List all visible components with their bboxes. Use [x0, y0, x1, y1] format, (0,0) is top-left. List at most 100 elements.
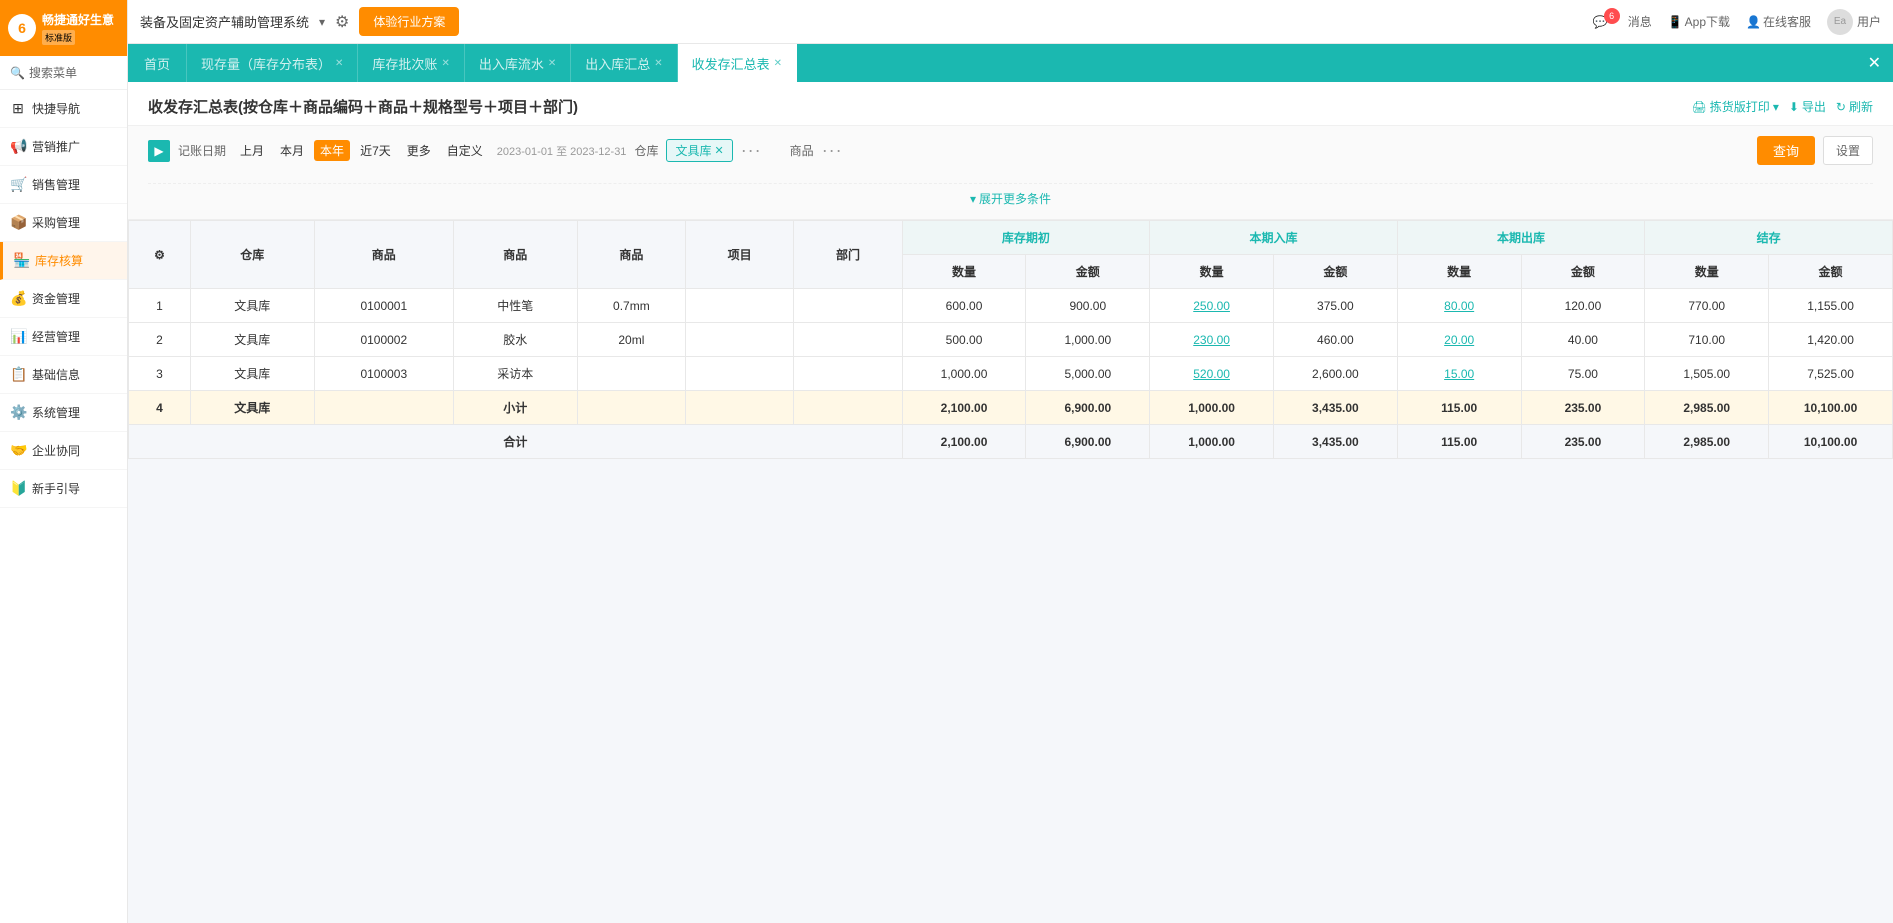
expand-icon: ▾ — [970, 192, 976, 206]
tab-inout-flow[interactable]: 出入库流水 ✕ — [465, 44, 571, 82]
expand-conditions-btn[interactable]: ▾ 展开更多条件 — [970, 190, 1051, 207]
cell-in-qty[interactable]: 230.00 — [1150, 323, 1274, 357]
cell-spec — [577, 391, 685, 425]
cell-in-qty[interactable]: 520.00 — [1150, 357, 1274, 391]
th-project: 项目 — [686, 221, 794, 289]
tab-batch[interactable]: 库存批次账 ✕ — [358, 44, 464, 82]
sidebar-item-quick-nav[interactable]: ⊞快捷导航 — [0, 90, 127, 128]
nav-icon-finance: 💰 — [10, 290, 26, 307]
cell-name: 采访本 — [453, 357, 577, 391]
nav-icon-sales: 🛒 — [10, 176, 26, 193]
total-bal-qty: 2,985.00 — [1645, 425, 1769, 459]
cell-dept — [794, 357, 902, 391]
tab-label-receipt-summary: 收发存汇总表 — [692, 54, 770, 73]
th-opening: 库存期初 — [902, 221, 1150, 255]
cell-project — [686, 357, 794, 391]
cell-idx: 4 — [129, 391, 191, 425]
cell-name: 中性笔 — [453, 289, 577, 323]
cell-warehouse: 文具库 — [190, 323, 314, 357]
tab-close-receipt-summary[interactable]: ✕ — [774, 58, 782, 69]
warehouse-tag[interactable]: 文具库 ✕ — [666, 139, 732, 162]
date-btn-更多[interactable]: 更多 — [401, 140, 437, 161]
cell-in-qty[interactable]: 250.00 — [1150, 289, 1274, 323]
sidebar-item-system[interactable]: ⚙️系统管理 — [0, 394, 127, 432]
cell-bal-qty: 770.00 — [1645, 289, 1769, 323]
user-area[interactable]: Ea 用户 — [1827, 9, 1881, 35]
tab-label-stock-dist: 现存量（库存分布表） — [201, 54, 331, 73]
nav-label-marketing: 营销推广 — [32, 138, 80, 155]
export-btn[interactable]: ⬇ 导出 — [1789, 98, 1826, 115]
gear-icon[interactable]: ⚙ — [335, 12, 349, 32]
sidebar-item-collab[interactable]: 🤝企业协同 — [0, 432, 127, 470]
sidebar-item-operations[interactable]: 📊经营管理 — [0, 318, 127, 356]
date-btn-本月[interactable]: 本月 — [274, 140, 310, 161]
cell-out-qty[interactable]: 80.00 — [1397, 289, 1521, 323]
filter-collapse-btn[interactable]: ▶ — [148, 140, 170, 162]
date-btn-自定义[interactable]: 自定义 — [441, 140, 489, 161]
cell-open-qty: 2,100.00 — [902, 391, 1026, 425]
date-btn-近7天[interactable]: 近7天 — [354, 140, 397, 161]
cell-spec: 0.7mm — [577, 289, 685, 323]
sidebar-item-marketing[interactable]: 📢营销推广 — [0, 128, 127, 166]
cell-out-qty[interactable]: 20.00 — [1397, 323, 1521, 357]
tab-close-batch[interactable]: ✕ — [441, 58, 449, 69]
warehouse-more-btn[interactable]: ··· — [741, 140, 762, 161]
settings-icon[interactable]: ⚙ — [154, 248, 165, 262]
th-dept: 部门 — [794, 221, 902, 289]
total-bal-amt: 10,100.00 — [1769, 425, 1893, 459]
nav-label-operations: 经营管理 — [32, 328, 80, 345]
cell-out-amt: 235.00 — [1521, 391, 1645, 425]
panel-header: 收发存汇总表(按仓库＋商品编码＋商品＋规格型号＋项目＋部门) 🖨 拣货版打印 ▾… — [128, 82, 1893, 126]
tab-close-stock-dist[interactable]: ✕ — [335, 58, 343, 69]
online-service-link[interactable]: 👤 在线客服 — [1746, 13, 1811, 30]
cell-in-amt: 2,600.00 — [1273, 357, 1397, 391]
print-btn[interactable]: 🖨 拣货版打印 ▾ — [1692, 98, 1779, 115]
table-row: 4 文具库 小计 2,100.00 6,900.00 1,000.00 3,43… — [129, 391, 1893, 425]
date-btn-本年[interactable]: 本年 — [314, 140, 350, 161]
nav-label-finance: 资金管理 — [32, 290, 80, 307]
tab-home[interactable]: 首页 — [128, 44, 187, 82]
cell-project — [686, 289, 794, 323]
table-row: 3 文具库 0100003 采访本 1,000.00 5,000.00 520.… — [129, 357, 1893, 391]
th-warehouse: 仓库 — [190, 221, 314, 289]
tab-receipt-summary[interactable]: 收发存汇总表 ✕ — [678, 44, 797, 82]
table-total-row: 合计 2,100.00 6,900.00 1,000.00 3,435.00 1… — [129, 425, 1893, 459]
tab-close-inout-summary[interactable]: ✕ — [654, 58, 662, 69]
refresh-btn[interactable]: ↻ 刷新 — [1836, 98, 1873, 115]
setting-btn[interactable]: 设置 — [1823, 136, 1873, 165]
tab-label-inout-flow: 出入库流水 — [479, 54, 544, 73]
tab-inout-summary[interactable]: 出入库汇总 ✕ — [571, 44, 677, 82]
cell-out-qty[interactable]: 15.00 — [1397, 357, 1521, 391]
total-in-qty: 1,000.00 — [1150, 425, 1274, 459]
th-in-qty: 数量 — [1150, 255, 1274, 289]
cell-out-qty: 115.00 — [1397, 391, 1521, 425]
cell-bal-qty: 710.00 — [1645, 323, 1769, 357]
table-wrap: ⚙ 仓库 商品 商品 商品 项目 部门 库存期初 本期入库 本期出库 结存 — [128, 220, 1893, 459]
date-filter-label: 记账日期 — [178, 142, 226, 159]
goods-more-btn[interactable]: ··· — [822, 140, 843, 161]
sidebar-search[interactable]: 🔍 搜索菜单 — [0, 56, 127, 90]
logo-icon: 6 — [8, 14, 36, 42]
cell-open-amt: 5,000.00 — [1026, 357, 1150, 391]
message-icon[interactable]: 💬6 消息 — [1593, 13, 1652, 30]
tab-close-inout-flow[interactable]: ✕ — [548, 58, 556, 69]
sidebar-item-finance[interactable]: 💰 资金管理 — [0, 280, 127, 318]
sidebar-item-guide[interactable]: 🔰新手引导 — [0, 470, 127, 508]
sidebar-item-basic[interactable]: 📋基础信息 — [0, 356, 127, 394]
nav-label-purchase: 采购管理 — [32, 214, 80, 231]
tab-stock-dist[interactable]: 现存量（库存分布表） ✕ — [187, 44, 358, 82]
experience-btn[interactable]: 体验行业方案 — [359, 7, 459, 36]
close-all-tabs-btn[interactable]: ✕ — [1856, 53, 1893, 73]
table-row: 1 文具库 0100001 中性笔 0.7mm 600.00 900.00 25… — [129, 289, 1893, 323]
warehouse-tag-close[interactable]: ✕ — [714, 144, 723, 157]
cell-open-qty: 1,000.00 — [902, 357, 1026, 391]
sidebar-item-purchase[interactable]: 📦采购管理 — [0, 204, 127, 242]
sidebar-item-inventory[interactable]: 🏪库存核算 — [0, 242, 127, 280]
sidebar-item-sales[interactable]: 🛒销售管理 — [0, 166, 127, 204]
th-settings: ⚙ — [129, 221, 191, 289]
app-download-link[interactable]: 📱 App下载 — [1668, 13, 1730, 30]
query-btn[interactable]: 查询 — [1757, 136, 1815, 165]
user-label: 用户 — [1857, 13, 1881, 30]
system-dropdown-icon[interactable]: ▾ — [319, 15, 325, 29]
date-btn-上月[interactable]: 上月 — [234, 140, 270, 161]
